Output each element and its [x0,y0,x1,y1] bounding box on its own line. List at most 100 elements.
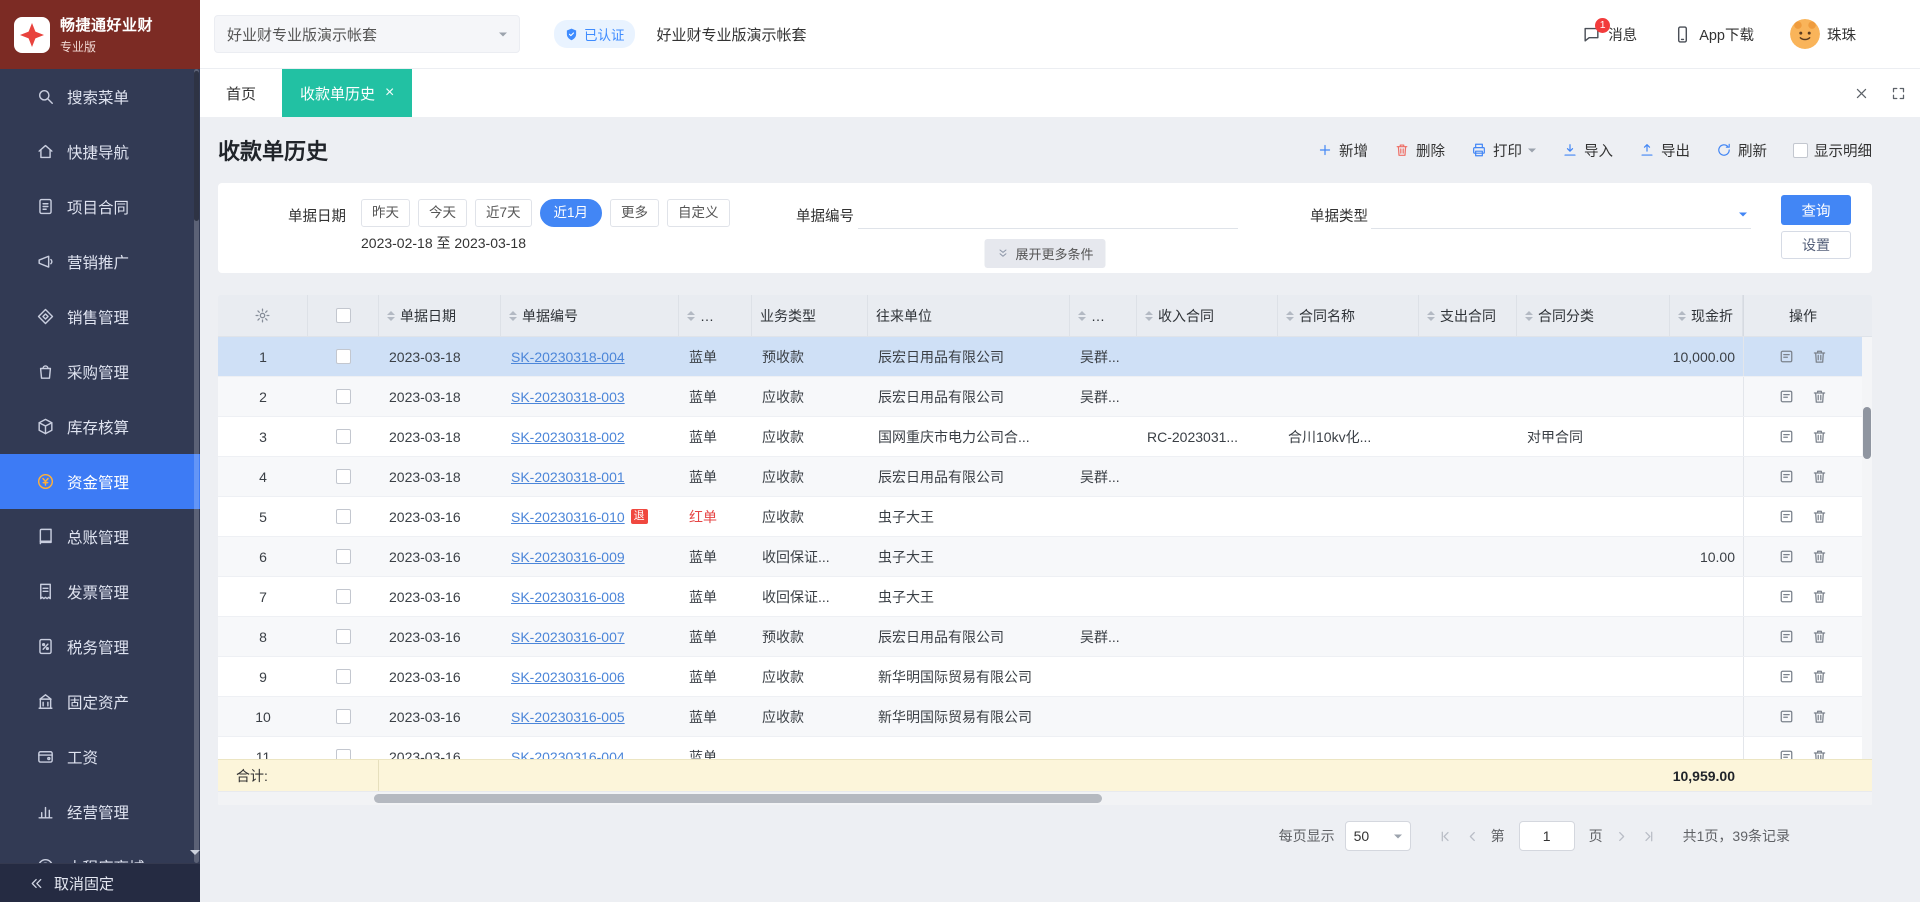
sort-icon[interactable] [1427,310,1435,321]
col-header-amount[interactable]: 现金折 [1670,295,1743,336]
vertical-scrollbar-thumb[interactable] [1863,407,1871,459]
sidebar-item-sales[interactable]: 销售管理 [0,289,200,344]
sidebar-item-invoice[interactable]: 发票管理 [0,564,200,619]
col-header-contract-name[interactable]: 合同名称 [1278,295,1419,336]
sort-icon[interactable] [1525,310,1533,321]
tab-receipt-history[interactable]: 收款单历史 × [282,69,413,117]
export-button[interactable]: 导出 [1639,140,1690,161]
detail-icon[interactable] [1778,348,1795,365]
delete-icon[interactable] [1811,748,1828,759]
date-chip-custom[interactable]: 自定义 [667,199,730,227]
row-checkbox[interactable] [336,629,351,644]
doc-no-link[interactable]: SK-20230316-010 [511,509,625,525]
delete-icon[interactable] [1811,708,1828,725]
doc-no-link[interactable]: SK-20230316-004 [511,749,625,760]
first-page-button[interactable] [1437,828,1454,845]
print-button[interactable]: 打印 [1471,140,1536,161]
doc-no-link[interactable]: SK-20230318-002 [511,429,625,445]
chevron-down-icon[interactable] [190,850,200,860]
col-header-income-contract[interactable]: 收入合同 [1137,295,1278,336]
date-chip-last-7-days[interactable]: 近7天 [475,199,532,227]
col-header-doc-status[interactable]: … [679,295,752,336]
row-checkbox[interactable] [336,589,351,604]
row-checkbox[interactable] [336,549,351,564]
fullscreen-icon[interactable] [1891,86,1906,101]
detail-icon[interactable] [1778,628,1795,645]
sort-icon[interactable] [1145,310,1153,321]
import-button[interactable]: 导入 [1562,140,1613,161]
detail-icon[interactable] [1778,508,1795,525]
detail-icon[interactable] [1778,708,1795,725]
settings-button[interactable]: 设置 [1781,231,1851,259]
sidebar-item-fixed-assets[interactable]: 固定资产 [0,674,200,729]
doc-no-link[interactable]: SK-20230316-008 [511,589,625,605]
sidebar-item-inventory[interactable]: 库存核算 [0,399,200,454]
delete-icon[interactable] [1811,348,1828,365]
unpin-sidebar-button[interactable]: 取消固定 [0,863,200,902]
sort-icon[interactable] [687,310,695,321]
doc-no-link[interactable]: SK-20230318-003 [511,389,625,405]
delete-icon[interactable] [1811,468,1828,485]
sort-icon[interactable] [1678,310,1686,321]
doc-no-link[interactable]: SK-20230318-001 [511,469,625,485]
last-page-button[interactable] [1640,828,1657,845]
row-checkbox[interactable] [336,749,351,759]
row-checkbox[interactable] [336,469,351,484]
sidebar-scrollbar-thumb[interactable] [194,71,199,221]
row-checkbox[interactable] [336,669,351,684]
sidebar-item-payroll[interactable]: 工资 [0,729,200,784]
sidebar-item-business-mgmt[interactable]: 经营管理 [0,784,200,839]
doc-type-select[interactable] [1371,197,1751,229]
sidebar-scrollbar[interactable] [194,69,199,863]
delete-button[interactable]: 删除 [1394,140,1445,161]
next-page-button[interactable] [1613,828,1630,845]
detail-icon[interactable] [1778,468,1795,485]
detail-icon[interactable] [1778,588,1795,605]
refresh-button[interactable]: 刷新 [1716,140,1767,161]
prev-page-button[interactable] [1464,828,1481,845]
date-chip-last-1-month[interactable]: 近1月 [539,199,603,227]
sort-icon[interactable] [1078,310,1086,321]
row-checkbox[interactable] [336,509,351,524]
doc-no-input[interactable] [858,197,1238,229]
show-detail-toggle[interactable]: 显示明细 [1793,140,1872,161]
row-checkbox[interactable] [336,429,351,444]
delete-icon[interactable] [1811,628,1828,645]
table-row[interactable]: 11 2023-03-16 SK-20230316-004 蓝单 [218,737,1872,759]
sidebar-item-general-ledger[interactable]: 总账管理 [0,509,200,564]
col-header-doc-no[interactable]: 单据编号 [501,295,679,336]
vertical-scrollbar[interactable] [1862,337,1872,759]
select-all-checkbox[interactable] [335,308,351,323]
detail-icon[interactable] [1778,428,1795,445]
sidebar-item-search-menu[interactable]: 搜索菜单 [0,69,200,124]
sort-icon[interactable] [387,310,395,321]
delete-icon[interactable] [1811,548,1828,565]
detail-icon[interactable] [1778,548,1795,565]
sidebar-item-purchase[interactable]: 采购管理 [0,344,200,399]
date-chip-more[interactable]: 更多 [610,199,660,227]
table-row[interactable]: 2 2023-03-18 SK-20230318-003 蓝单 应收款 辰宏日用品有限公司… [218,377,1872,417]
delete-icon[interactable] [1811,428,1828,445]
user-menu[interactable]: 珠珠 [1790,19,1856,49]
account-selector[interactable]: 好业财专业版演示帐套 [214,15,520,53]
delete-icon[interactable] [1811,388,1828,405]
horizontal-scrollbar-thumb[interactable] [374,794,1102,803]
table-row[interactable]: 7 2023-03-16 SK-20230316-008 蓝单 收回保证... 虫子大王 [218,577,1872,617]
show-detail-checkbox[interactable] [1793,142,1808,158]
sidebar-item-project-contracts[interactable]: 项目合同 [0,179,200,234]
app-download-button[interactable]: App下载 [1673,24,1754,45]
tab-home[interactable]: 首页 [200,69,282,117]
detail-icon[interactable] [1778,668,1795,685]
expand-more-button[interactable]: 展开更多条件 [984,239,1106,268]
close-icon[interactable] [1854,86,1869,101]
doc-no-link[interactable]: SK-20230318-004 [511,349,625,365]
doc-no-link[interactable]: SK-20230316-007 [511,629,625,645]
table-row[interactable]: 4 2023-03-18 SK-20230318-001 蓝单 应收款 辰宏日用品有限公司… [218,457,1872,497]
add-button[interactable]: 新增 [1317,140,1368,161]
detail-icon[interactable] [1778,748,1795,759]
sort-icon[interactable] [1286,310,1294,321]
page-input[interactable]: 1 [1518,821,1575,851]
gear-icon[interactable] [254,307,271,324]
row-checkbox[interactable] [336,389,351,404]
sidebar-item-quick-nav[interactable]: 快捷导航 [0,124,200,179]
